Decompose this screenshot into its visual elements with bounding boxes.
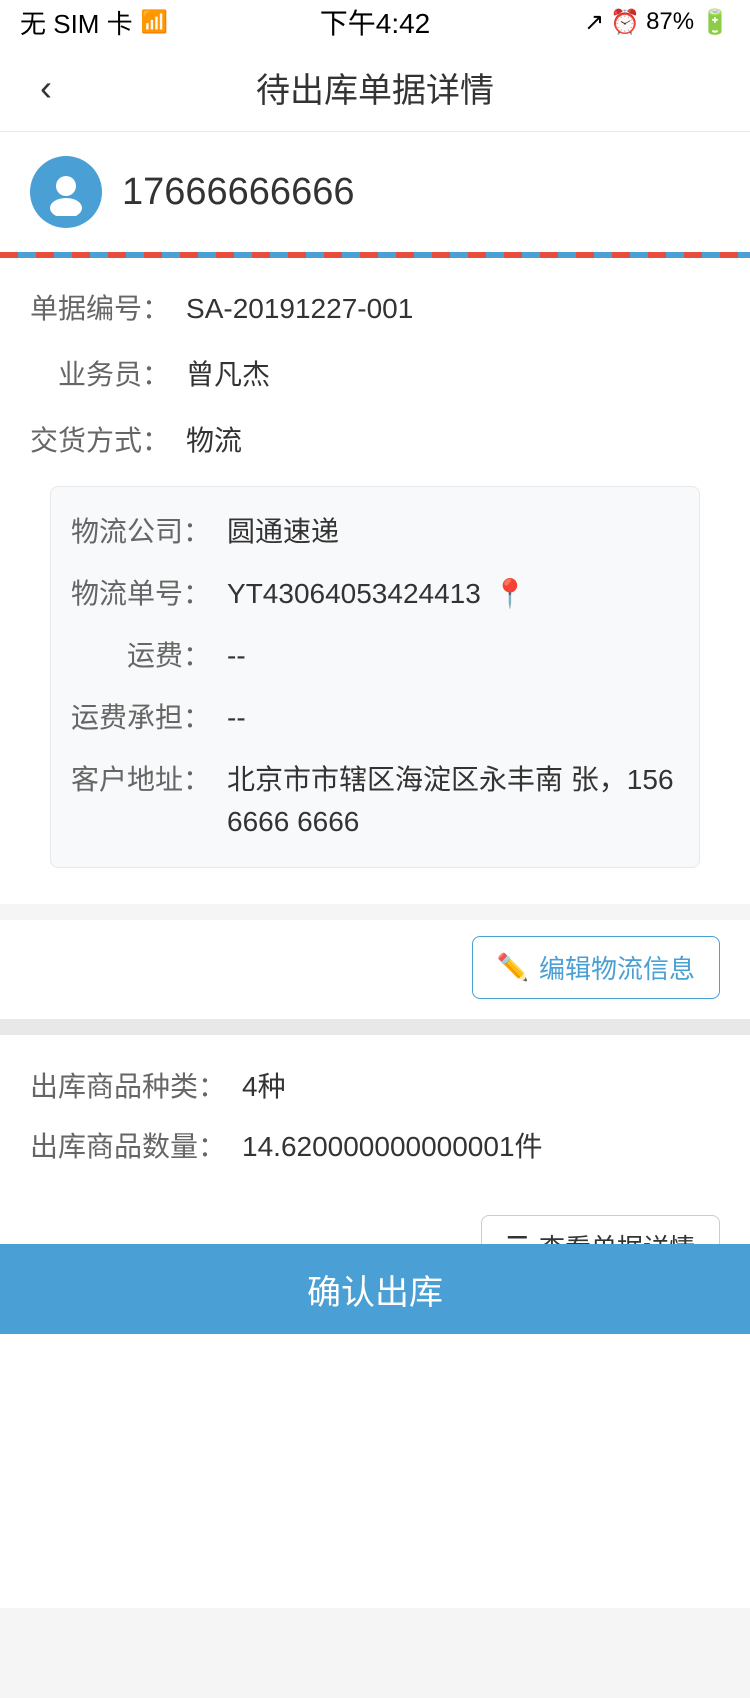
user-phone: 17666666666 [122, 171, 354, 214]
doc-number-value: SA-20191227-001 [186, 288, 720, 330]
address-value: 北京市市辖区海淀区永丰南 张，156 6666 6666 [227, 759, 679, 843]
delivery-row: 交货方式： 物流 [30, 420, 720, 462]
carrier-text: 无 SIM 卡 [20, 4, 133, 41]
staff-value: 曾凡杰 [186, 354, 720, 396]
user-section: 17666666666 [0, 132, 750, 252]
back-button[interactable]: ‹ [30, 57, 62, 119]
edit-logistics-button[interactable]: ✏️ 编辑物流信息 [472, 936, 720, 999]
document-info-section: 单据编号： SA-20191227-001 业务员： 曾凡杰 交货方式： 物流 … [0, 258, 750, 904]
avatar-icon [42, 168, 90, 216]
edit-btn-row: ✏️ 编辑物流信息 [0, 920, 750, 1019]
confirm-button[interactable]: 确认出库 [0, 1244, 750, 1334]
freight-row: 运费： -- [71, 635, 679, 677]
logistics-tracking-label: 物流单号： [71, 573, 211, 615]
battery-text: 87% [646, 8, 694, 36]
wifi-icon: 📶 [141, 9, 168, 35]
goods-type-row: 出库商品种类： 4种 [30, 1065, 720, 1105]
delivery-label: 交货方式： [30, 420, 170, 462]
status-time: 下午4:42 [320, 2, 431, 42]
alarm-icon: ⏰ [610, 8, 640, 37]
freight-bearer-label: 运费承担： [71, 697, 211, 739]
goods-quantity-value: 14.620000000000001件 [242, 1125, 543, 1165]
logistics-tracking-row: 物流单号： YT43064053424413 📍 [71, 573, 679, 615]
freight-value: -- [227, 635, 679, 677]
main-content: 17666666666 单据编号： SA-20191227-001 业务员： 曾… [0, 132, 750, 1698]
edit-icon: ✏️ [497, 952, 529, 983]
status-bar: 无 SIM 卡 📶 下午4:42 ↗ ⏰ 87% 🔋 [0, 0, 750, 44]
logistics-company-value: 圆通速递 [227, 511, 679, 553]
status-right: ↗ ⏰ 87% 🔋 [584, 8, 730, 37]
delivery-value: 物流 [186, 420, 720, 462]
nav-bar: ‹ 待出库单据详情 [0, 44, 750, 132]
battery-icon: 🔋 [700, 8, 730, 37]
status-left: 无 SIM 卡 📶 [20, 4, 168, 41]
address-label: 客户地址： [71, 759, 211, 801]
tracking-location-icon[interactable]: 📍 [493, 573, 528, 615]
freight-bearer-value: -- [227, 697, 679, 739]
logistics-company-row: 物流公司： 圆通速递 [71, 511, 679, 553]
goods-type-value: 4种 [242, 1065, 286, 1105]
doc-number-row: 单据编号： SA-20191227-001 [30, 288, 720, 330]
goods-quantity-row: 出库商品数量： 14.620000000000001件 [30, 1125, 720, 1165]
address-row: 客户地址： 北京市市辖区海淀区永丰南 张，156 6666 6666 [71, 759, 679, 843]
goods-section: 出库商品种类： 4种 出库商品数量： 14.620000000000001件 [0, 1035, 750, 1215]
page-title: 待出库单据详情 [256, 63, 494, 112]
staff-label: 业务员： [30, 354, 170, 396]
location-status-icon: ↗ [584, 8, 604, 37]
logistics-tracking-value: YT43064053424413 📍 [227, 573, 679, 615]
confirm-button-label: 确认出库 [307, 1265, 443, 1314]
edit-logistics-label: 编辑物流信息 [539, 949, 695, 986]
freight-bearer-row: 运费承担： -- [71, 697, 679, 739]
logistics-company-label: 物流公司： [71, 511, 211, 553]
section-separator [0, 1019, 750, 1035]
freight-label: 运费： [71, 635, 211, 677]
doc-number-label: 单据编号： [30, 288, 170, 330]
goods-quantity-label: 出库商品数量： [30, 1125, 226, 1165]
goods-type-label: 出库商品种类： [30, 1065, 226, 1105]
staff-row: 业务员： 曾凡杰 [30, 354, 720, 396]
logistics-card: 物流公司： 圆通速递 物流单号： YT43064053424413 📍 运费： … [50, 486, 700, 868]
bottom-space [0, 1308, 750, 1608]
avatar [30, 156, 102, 228]
